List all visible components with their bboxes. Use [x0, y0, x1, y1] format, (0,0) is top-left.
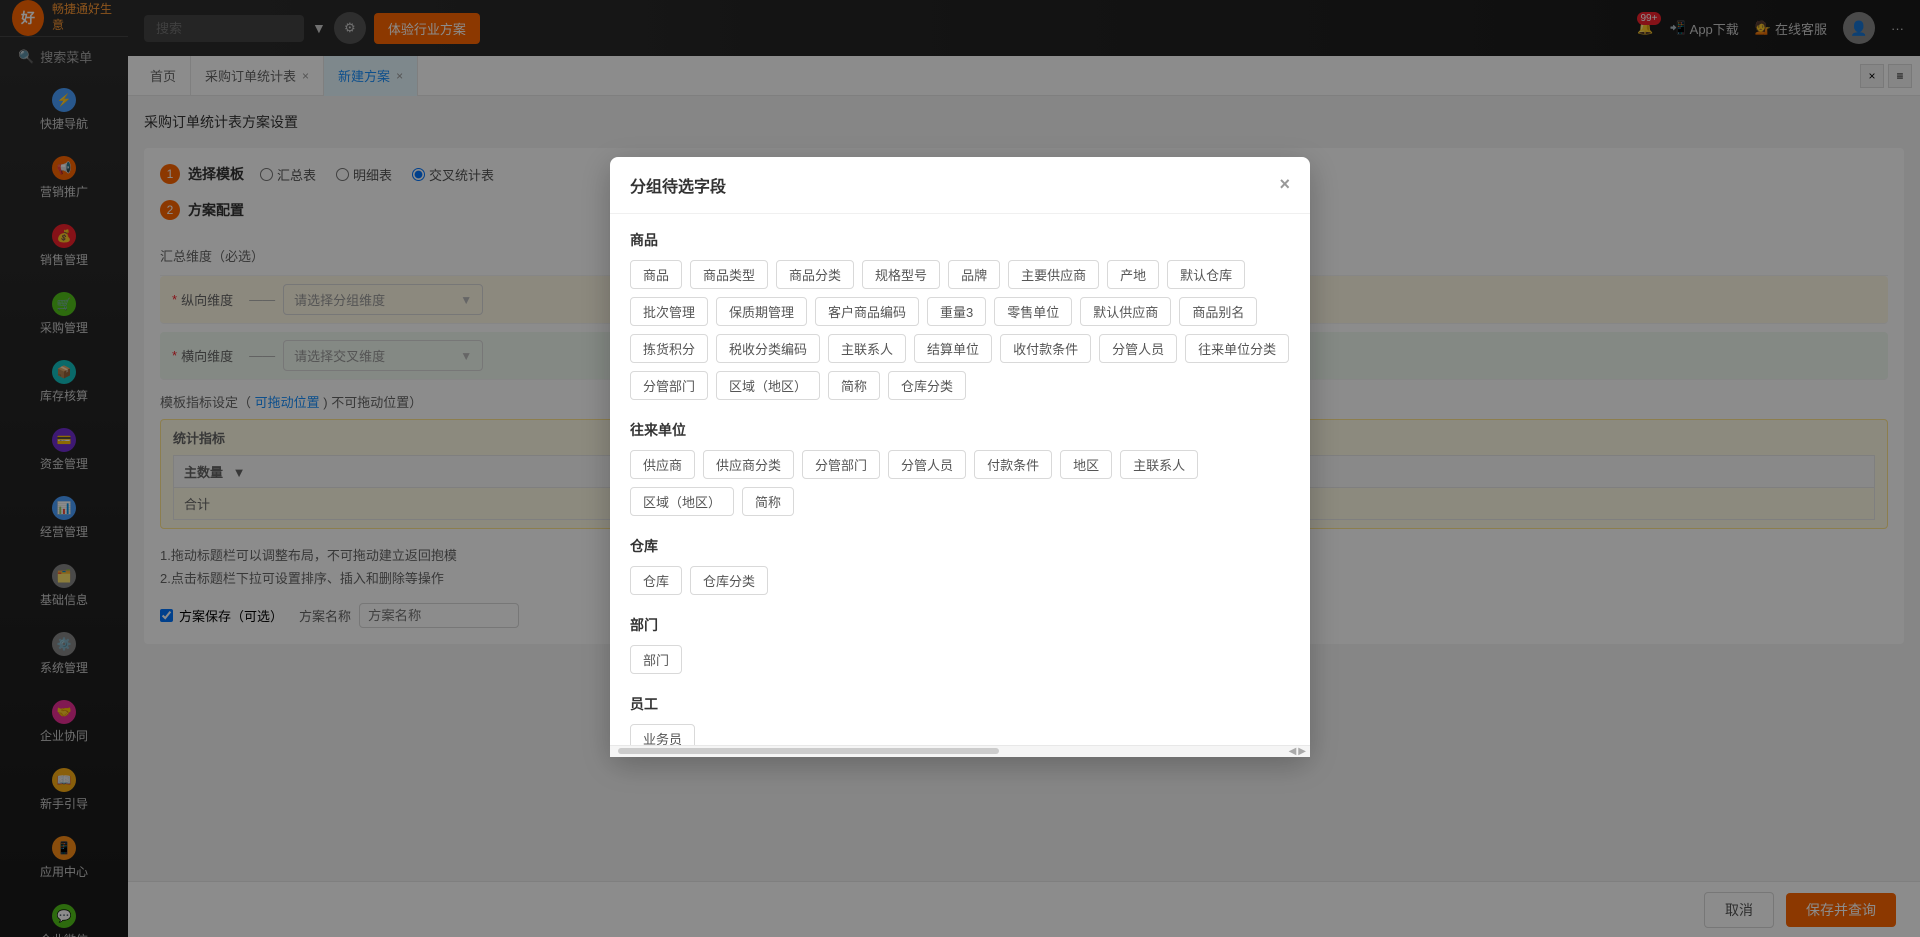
field-tag[interactable]: 批次管理	[630, 297, 708, 326]
modal-close-button[interactable]: ×	[1279, 174, 1290, 195]
field-tag[interactable]: 产地	[1107, 260, 1159, 289]
field-section-partner: 往来单位供应商供应商分类分管部门分管人员付款条件地区主联系人区域（地区） 简称	[630, 420, 1290, 516]
field-grid-partner: 供应商供应商分类分管部门分管人员付款条件地区主联系人区域（地区） 简称	[630, 450, 1290, 516]
field-tag[interactable]: 商品类型	[690, 260, 768, 289]
section-title-department: 部门	[630, 615, 1290, 635]
field-section-staff: 员工业务员	[630, 694, 1290, 745]
field-tag[interactable]: 往来单位分类	[1185, 334, 1289, 363]
field-tag[interactable]: 保质期管理	[716, 297, 807, 326]
field-tag[interactable]: 收付款条件	[1000, 334, 1091, 363]
field-tag[interactable]: 供应商	[630, 450, 695, 479]
field-tag[interactable]: 业务员	[630, 724, 695, 745]
horizontal-scroll-thumb	[618, 748, 999, 754]
field-tag[interactable]: 主联系人	[1120, 450, 1198, 479]
field-grid-warehouse: 仓库仓库分类	[630, 566, 1290, 595]
field-tag[interactable]: 客户商品编码	[815, 297, 919, 326]
field-grid-department: 部门	[630, 645, 1290, 674]
field-tag[interactable]: 仓库分类	[690, 566, 768, 595]
modal-header: 分组待选字段 ×	[610, 157, 1310, 214]
field-section-product: 商品商品商品类型商品分类规格型号品牌主要供应商产地默认仓库批次管理保质期管理客户…	[630, 230, 1290, 400]
field-tag[interactable]: 规格型号	[862, 260, 940, 289]
field-tag[interactable]: 地区	[1060, 450, 1112, 479]
modal-body[interactable]: 商品商品商品类型商品分类规格型号品牌主要供应商产地默认仓库批次管理保质期管理客户…	[610, 214, 1310, 745]
horizontal-scrollbar[interactable]: ◀ ▶	[610, 745, 1310, 757]
section-title-warehouse: 仓库	[630, 536, 1290, 556]
field-tag[interactable]: 品牌	[948, 260, 1000, 289]
field-tag[interactable]: 供应商分类	[703, 450, 794, 479]
modal-title: 分组待选字段	[630, 173, 726, 197]
scroll-left-arrow[interactable]: ◀	[1289, 746, 1297, 757]
scroll-arrows: ◀ ▶	[1289, 746, 1306, 757]
field-tag[interactable]: 主要供应商	[1008, 260, 1099, 289]
field-section-warehouse: 仓库仓库仓库分类	[630, 536, 1290, 595]
field-tag[interactable]: 分管部门	[630, 371, 708, 400]
section-title-staff: 员工	[630, 694, 1290, 714]
field-tag[interactable]: 部门	[630, 645, 682, 674]
field-tag[interactable]: 仓库分类	[888, 371, 966, 400]
field-tag[interactable]: 商品分类	[776, 260, 854, 289]
field-tag[interactable]: 重量3	[927, 297, 986, 326]
field-tag[interactable]: 商品别名	[1179, 297, 1257, 326]
field-tag[interactable]: 简称	[742, 487, 794, 516]
field-tag[interactable]: 仓库	[630, 566, 682, 595]
field-tag[interactable]: 付款条件	[974, 450, 1052, 479]
section-title-partner: 往来单位	[630, 420, 1290, 440]
field-tag[interactable]: 默认仓库	[1167, 260, 1245, 289]
field-tag[interactable]: 主联系人	[828, 334, 906, 363]
field-tag[interactable]: 拣货积分	[630, 334, 708, 363]
field-grid-product: 商品商品类型商品分类规格型号品牌主要供应商产地默认仓库批次管理保质期管理客户商品…	[630, 260, 1290, 400]
field-grid-staff: 业务员	[630, 724, 1290, 745]
field-tag[interactable]: 区域（地区）	[630, 487, 734, 516]
field-tag[interactable]: 结算单位	[914, 334, 992, 363]
field-tag[interactable]: 分管部门	[802, 450, 880, 479]
field-tag[interactable]: 区域（地区）	[716, 371, 820, 400]
field-tag[interactable]: 零售单位	[994, 297, 1072, 326]
field-section-department: 部门部门	[630, 615, 1290, 674]
field-tag[interactable]: 税收分类编码	[716, 334, 820, 363]
field-tag[interactable]: 分管人员	[1099, 334, 1177, 363]
field-tag[interactable]: 商品	[630, 260, 682, 289]
field-tag[interactable]: 分管人员	[888, 450, 966, 479]
field-selection-modal: 分组待选字段 × 商品商品商品类型商品分类规格型号品牌主要供应商产地默认仓库批次…	[610, 157, 1310, 757]
section-title-product: 商品	[630, 230, 1290, 250]
field-tag[interactable]: 默认供应商	[1080, 297, 1171, 326]
field-tag[interactable]: 简称	[828, 371, 880, 400]
scroll-right-arrow[interactable]: ▶	[1298, 746, 1306, 757]
